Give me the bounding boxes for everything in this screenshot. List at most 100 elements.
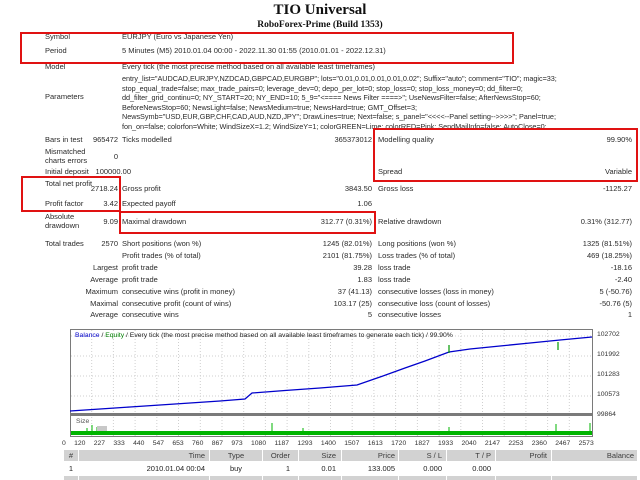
parameters-label: Parameters (45, 92, 84, 101)
stat-label: Largest (92, 263, 118, 272)
stat-value: 9.09 (103, 217, 118, 226)
trade-size: 0.01 (299, 462, 341, 475)
stat-value: 2718.24 (90, 184, 118, 193)
x-axis-label: 973 (231, 440, 243, 447)
period-label: Period (45, 46, 67, 55)
y-axis-label: 99864 (597, 411, 616, 418)
col-sl-header: S / L (399, 450, 446, 461)
y-axis-label: 102702 (597, 331, 620, 338)
x-axis-labels: 0 120 227 333 440 547 653 760 867 973 1080 1187 1293… (62, 440, 594, 447)
stat-value: 365373012 (334, 135, 372, 144)
x-axis-label: 1080 (251, 440, 267, 447)
col-order-header: Order (263, 450, 298, 461)
strategy-tester-report: TIO Universal RoboForex-Prime (Build 135… (0, 0, 640, 480)
trades-table: # Time Type Order Size Price S / L T / P… (64, 450, 637, 480)
stat-label: Average (90, 275, 118, 284)
col-balance-header: Balance (552, 450, 637, 461)
trade-order: 1 (263, 462, 298, 475)
x-axis-label: 227 (93, 440, 106, 447)
stat-value: 469 (18.25%) (586, 251, 632, 260)
x-axis-label: 1720 (391, 440, 407, 447)
stats-row-totaltrades: Total trades 2570 Short positions (won %… (0, 239, 640, 250)
stats-row-avg-consecutive: Average consecutive wins 5 consecutive l… (0, 310, 640, 321)
stats-row-maximal: Maximal consecutive profit (count of win… (0, 299, 640, 310)
stat-value: 103.17 (25) (333, 299, 372, 308)
stats-row-profittrades: Profit trades (% of total) 2101 (81.75%)… (0, 251, 640, 262)
trade-type: buy (210, 462, 262, 475)
x-axis-label: 547 (152, 440, 165, 447)
legend-equity: Equity (105, 332, 125, 339)
stat-value: 1.06 (357, 199, 372, 208)
x-axis-label: 867 (211, 440, 224, 447)
y-axis-label: 100573 (597, 391, 620, 398)
trade-tp: 0.000 (447, 462, 495, 475)
stats-row-profitfactor: Profit factor 3.42 Expected payoff 1.06 (0, 199, 640, 210)
period-row: Period 5 Minutes (M5) 2010.01.04 00:00 -… (0, 46, 640, 57)
stat-label: Average (90, 310, 118, 319)
stat-label: Maximal (90, 299, 118, 308)
stats-row-largest: Largest profit trade 39.28 loss trade -1… (0, 263, 640, 274)
x-axis-label: 653 (172, 440, 184, 447)
stats-row-maximum: Maximum consecutive wins (profit in mone… (0, 287, 640, 298)
stat-value: 2101 (81.75%) (322, 251, 372, 260)
parameters-value: entry_list="AUDCAD,EURJPY,NZDCAD,GBPCAD,… (122, 74, 557, 131)
stat-value: -1125.27 (602, 184, 632, 193)
stat-value: 37 (41.13) (337, 287, 372, 296)
x-axis-label: 0 (62, 440, 66, 447)
stat-value: -50.76 (5) (599, 299, 632, 308)
x-axis-label: 1400 (320, 440, 336, 447)
x-axis-label: 120 (74, 440, 86, 447)
chart-legend: Balance / Equity / Every tick (the most … (75, 332, 453, 339)
symbol-row: Symbol EURJPY (Euro vs Japanese Yen) (0, 32, 640, 43)
trade-number: 1 (64, 462, 78, 475)
stat-value: 1.83 (357, 275, 372, 284)
size-bars-strip (71, 431, 592, 435)
x-axis-label: 2467 (555, 440, 571, 447)
x-axis-label: 1933 (438, 440, 454, 447)
trade-balance (552, 462, 637, 475)
stat-label: Maximum (85, 287, 118, 296)
model-row: Model Every tick (the most precise metho… (0, 62, 640, 73)
trade-row-partial (64, 476, 637, 480)
stat-value: -18.16 (610, 263, 632, 272)
stat-value: 5 (-50.76) (599, 287, 632, 296)
legend-description: / Every tick (the most precise method ba… (124, 332, 453, 339)
stat-value: 100000.00 (95, 167, 131, 176)
stat-value: 3843.50 (344, 184, 372, 193)
trades-header-row: # Time Type Order Size Price S / L T / P… (64, 450, 637, 461)
stat-value: 0.31% (312.77) (580, 217, 632, 226)
symbol-value: EURJPY (Euro vs Japanese Yen) (122, 32, 234, 41)
stat-value: 5 (367, 310, 372, 319)
report-title: TIO Universal (273, 2, 367, 18)
y-axis-labels: 102702 101992 101283 100573 99864 (597, 331, 637, 418)
stat-value: 39.28 (353, 263, 372, 272)
x-axis-label: 2360 (531, 440, 547, 447)
col-type-header: Type (210, 450, 262, 461)
model-value: Every tick (the most precise method base… (122, 62, 376, 71)
size-subchart-label: Size (76, 418, 90, 425)
report-subtitle: RoboForex-Prime (Build 1353) (257, 20, 383, 30)
period-value: 5 Minutes (M5) 2010.01.04 00:00 - 2022.1… (122, 46, 386, 55)
stats-row-bars: Bars in test 965472 Ticks modelled 36537… (0, 135, 640, 146)
x-axis-label: 760 (192, 440, 204, 447)
legend-balance: Balance (75, 332, 100, 339)
x-axis-label: 1613 (367, 440, 383, 447)
size-gray-bars (97, 426, 107, 431)
stats-row-deposit: Initial deposit 100000.00 Spread Variabl… (0, 167, 640, 178)
stats-row-mismatched: Mismatched charts errors 0 (0, 147, 640, 169)
stat-value: 0 (113, 152, 118, 161)
trade-price: 133.005 (342, 462, 398, 475)
balance-chart: Balance / Equity / Every tick (the most … (69, 329, 593, 437)
col-tp-header: T / P (447, 450, 495, 461)
stat-value: 1325 (81.51%) (582, 239, 632, 248)
symbol-label: Symbol (45, 32, 71, 41)
trade-profit (496, 462, 551, 475)
stat-value: 2570 (101, 239, 118, 248)
stat-value: 1 (627, 310, 632, 319)
y-axis-label: 101992 (597, 351, 620, 358)
stats-row-drawdown: Absolute drawdown 9.09 Maximal drawdown … (0, 212, 640, 234)
x-axis-label: 1293 (297, 440, 313, 447)
x-axis-label: 2147 (484, 440, 500, 447)
stat-value: 99.90% (606, 135, 632, 144)
x-axis-label: 1827 (414, 440, 430, 447)
